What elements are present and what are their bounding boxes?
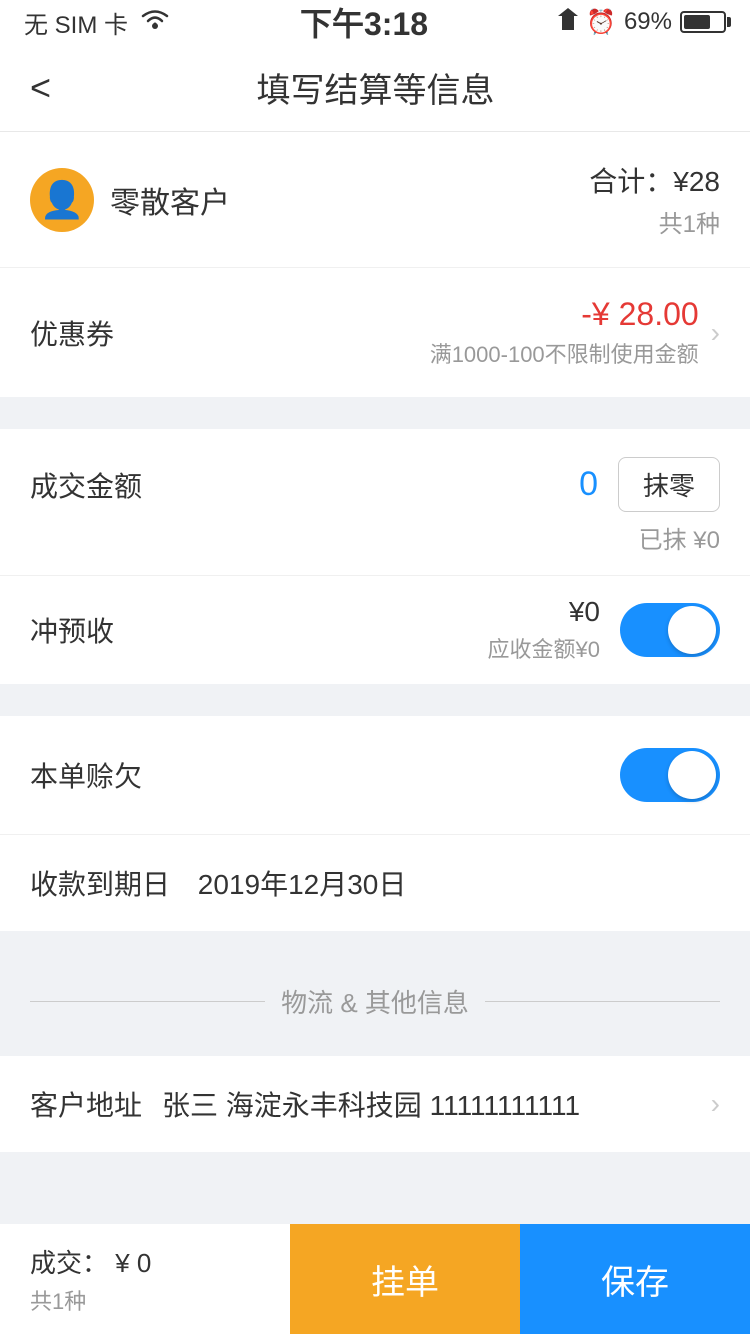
- customer-card: 👤 零散客户 合计：¥28 共1种 优惠券 -¥ 28.00 满1000-100…: [0, 132, 750, 397]
- coupon-amount: -¥ 28.00: [430, 296, 699, 333]
- main-content: 👤 零散客户 合计：¥28 共1种 优惠券 -¥ 28.00 满1000-100…: [0, 132, 750, 1272]
- bottom-bar: 成交： ¥ 0 共1种 挂单 保存: [0, 1224, 750, 1334]
- time-display: 下午3:18: [300, 0, 428, 45]
- wifi-icon: [140, 8, 170, 37]
- address-row[interactable]: 客户地址 张三 海淀永丰科技园 11111111111 ›: [0, 1056, 750, 1152]
- divider-line-right: [485, 1001, 720, 1002]
- total-amount: 合计：¥28: [589, 160, 720, 200]
- prereceive-info: ¥0 应收金额¥0: [488, 596, 600, 664]
- coupon-chevron-icon: ›: [711, 317, 720, 349]
- debt-card: 本单赊欠 收款到期日 2019年12月30日: [0, 716, 750, 931]
- bottom-count: 共1种: [30, 1284, 260, 1316]
- logistics-section: 物流 & 其他信息: [0, 963, 750, 1040]
- address-value: 张三 海淀永丰科技园 11111111111: [162, 1084, 711, 1124]
- toggle-knob: [668, 606, 716, 654]
- prereceive-toggle[interactable]: [620, 603, 720, 657]
- prereceive-label: 冲预收: [30, 610, 114, 650]
- coupon-label: 优惠券: [30, 313, 114, 353]
- coupon-row[interactable]: 优惠券 -¥ 28.00 满1000-100不限制使用金额 ›: [0, 267, 750, 397]
- debt-toggle[interactable]: [620, 748, 720, 802]
- page-title: 填写结算等信息: [71, 63, 680, 112]
- customer-left: 👤 零散客户: [30, 168, 230, 232]
- prereceive-row: 冲预收 ¥0 应收金额¥0: [0, 575, 750, 684]
- nav-bar: < 填写结算等信息: [0, 44, 750, 132]
- section-divider-3: [0, 947, 750, 963]
- hold-button[interactable]: 挂单: [290, 1224, 520, 1334]
- coupon-right: -¥ 28.00 满1000-100不限制使用金额 ›: [430, 296, 720, 369]
- coupon-info: -¥ 28.00 满1000-100不限制使用金额: [430, 296, 699, 369]
- prereceive-right: ¥0 应收金额¥0: [488, 596, 720, 664]
- debt-row: 本单赊欠: [0, 716, 750, 834]
- logistics-header: 物流 & 其他信息: [0, 963, 750, 1040]
- due-date-label: 收款到期日: [30, 869, 170, 900]
- battery-percentage: 69%: [624, 8, 672, 36]
- bottom-info: 成交： ¥ 0 共1种: [0, 1243, 290, 1316]
- transaction-right: 0 抹零: [579, 457, 720, 512]
- prereceive-amount: ¥0: [488, 596, 600, 628]
- customer-total: 合计：¥28 共1种: [589, 160, 720, 239]
- logistics-header-text: 物流 & 其他信息: [281, 983, 469, 1020]
- due-date-value: 2019年12月30日: [198, 869, 407, 900]
- divider-line-left: [30, 1001, 265, 1002]
- transaction-label: 成交金额: [30, 465, 142, 505]
- battery-icon: [680, 8, 726, 36]
- debt-toggle-knob: [668, 751, 716, 799]
- deal-amount: ¥ 0: [115, 1248, 151, 1278]
- due-date-row: 收款到期日 2019年12月30日: [0, 834, 750, 931]
- location-icon: [558, 8, 578, 37]
- debt-label: 本单赊欠: [30, 755, 142, 795]
- avatar-person-icon: 👤: [40, 179, 85, 221]
- round-zero-button[interactable]: 抹零: [618, 457, 720, 512]
- status-bar-left: 无 SIM 卡: [24, 5, 170, 40]
- section-divider-2: [0, 700, 750, 716]
- customer-row: 👤 零散客户 合计：¥28 共1种: [0, 132, 750, 267]
- transaction-amount: 0: [579, 465, 598, 504]
- back-button[interactable]: <: [30, 57, 71, 119]
- transaction-section: 成交金额 0 抹零 已抹 ¥0 冲预收 ¥0 应收金额¥0: [0, 429, 750, 684]
- address-chevron-icon: ›: [711, 1088, 720, 1120]
- address-label: 客户地址: [30, 1084, 142, 1124]
- coupon-desc: 满1000-100不限制使用金额: [430, 337, 699, 369]
- status-bar: 无 SIM 卡 下午3:18 ⏰ 69%: [0, 0, 750, 44]
- customer-name: 零散客户: [110, 178, 230, 222]
- already-rounded-text: 已抹 ¥0: [0, 520, 750, 575]
- prereceive-desc: 应收金额¥0: [488, 632, 600, 664]
- section-divider-1: [0, 413, 750, 429]
- transaction-row: 成交金额 0 抹零: [0, 429, 750, 520]
- alarm-icon: ⏰: [586, 8, 616, 37]
- total-count: 共1种: [589, 204, 720, 239]
- status-bar-right: ⏰ 69%: [558, 8, 726, 37]
- deal-label: 成交：: [30, 1248, 108, 1278]
- save-button[interactable]: 保存: [520, 1224, 750, 1334]
- carrier-text: 无 SIM 卡: [24, 5, 128, 40]
- bottom-deal: 成交： ¥ 0: [30, 1243, 260, 1280]
- customer-avatar: 👤: [30, 168, 94, 232]
